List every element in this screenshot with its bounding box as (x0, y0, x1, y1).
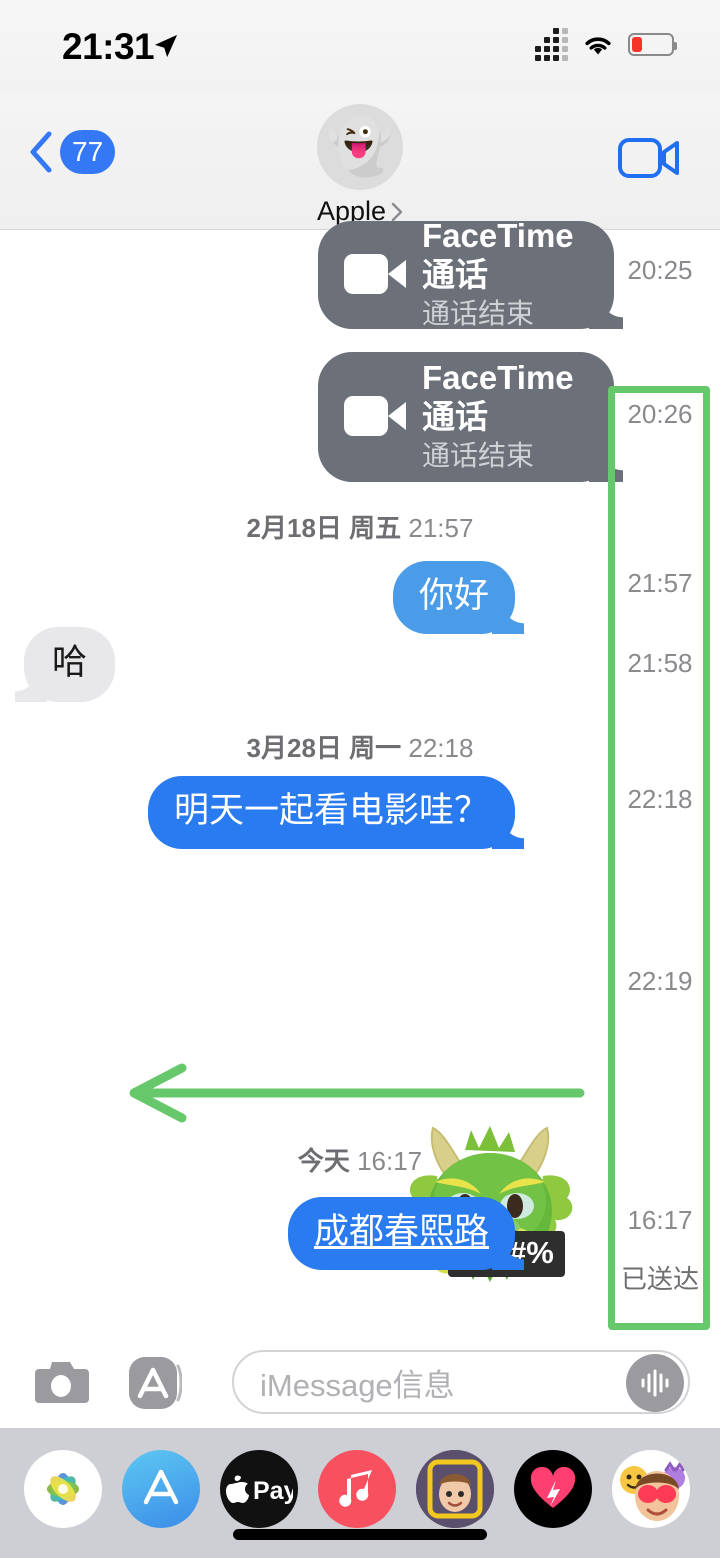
date-separator: 3月28日 周一 22:18 (0, 728, 720, 765)
facetime-subtitle: 通话结束 (422, 439, 535, 471)
date-separator: 2月18日 周五 21:57 (0, 508, 720, 545)
sent-message-bubble[interactable]: 你好 (392, 561, 525, 634)
received-message-bubble[interactable]: 哈 (14, 627, 116, 702)
chevron-left-icon (30, 131, 52, 173)
app-store-app-icon[interactable] (122, 1450, 200, 1528)
date-separator: 今天 16:17 (0, 1141, 720, 1178)
date-separator-date: 2月18日 周五 (246, 513, 402, 543)
date-separator-time: 22:18 (408, 733, 474, 763)
sent-message-bubble[interactable]: 明天一起看电影哇？ (147, 776, 525, 849)
message-timestamp: 22:18 (627, 784, 693, 814)
message-input-bar: iMessage信息 (0, 1336, 720, 1428)
app-drawer-row: Pay (0, 1450, 720, 1528)
message-timestamp: 22:19 (627, 966, 693, 996)
facetime-title: FaceTime 通话 (422, 217, 574, 293)
message-timestamp: 21:57 (627, 568, 693, 598)
contact-header[interactable]: 👻 Apple (317, 104, 403, 227)
facetime-title: FaceTime 通话 (422, 359, 574, 435)
message-timestamp: 16:17 (627, 1205, 693, 1235)
facetime-message-bubble[interactable]: FaceTime 通话 通话结束 (318, 352, 623, 482)
facetime-video-button[interactable] (618, 136, 680, 180)
photos-app-icon[interactable] (24, 1450, 102, 1528)
memoji-app-icon[interactable] (612, 1450, 690, 1528)
sent-message-bubble[interactable]: 成都春熙路 (287, 1197, 525, 1270)
date-separator-time: 21:57 (408, 513, 474, 543)
audio-waveform-icon[interactable] (626, 1354, 684, 1412)
cellular-signal-icon (535, 28, 568, 61)
camera-icon[interactable] (33, 1358, 89, 1406)
status-bar: 21:31 (0, 0, 720, 92)
status-bar-clock: 21:31 (62, 26, 155, 67)
date-separator-date: 3月28日 周一 (246, 733, 402, 763)
date-separator-time: 16:17 (357, 1146, 423, 1176)
facetime-subtitle: 通话结束 (422, 297, 535, 329)
avatar: 👻 (317, 104, 403, 190)
back-button[interactable]: 77 (28, 130, 116, 174)
battery-low-icon (628, 33, 677, 56)
imessage-conversation-screen: 21:31 77 👻 Apple FaceTime 通话 通话结束 20:25 … (0, 0, 720, 1558)
message-text: 哈 (52, 643, 88, 682)
home-indicator (233, 1529, 487, 1540)
svg-text:Pay: Pay (253, 1477, 293, 1505)
message-text: 你好 (418, 576, 489, 615)
memoji-stickers-app-icon[interactable] (416, 1450, 494, 1528)
video-camera-icon (344, 396, 406, 436)
message-input-placeholder: iMessage信息 (260, 1367, 455, 1403)
delivery-status: 已送达 (620, 1264, 699, 1294)
unread-count-badge: 77 (60, 130, 116, 174)
message-timestamp: 20:26 (627, 399, 693, 429)
apple-music-app-icon[interactable] (318, 1450, 396, 1528)
chevron-right-icon (391, 202, 403, 221)
message-input-field[interactable]: iMessage信息 (232, 1350, 690, 1414)
navigation-bar: 77 👻 Apple (0, 92, 720, 230)
location-arrow-icon (154, 34, 178, 58)
message-timestamp: 21:58 (627, 648, 693, 678)
status-bar-indicators (535, 28, 677, 61)
location-link-text[interactable]: 成都春熙路 (314, 1212, 489, 1251)
facetime-message-bubble[interactable]: FaceTime 通话 通话结束 (318, 217, 623, 329)
apple-pay-app-icon[interactable]: Pay (220, 1450, 298, 1528)
message-text: 明天一起看电影哇？ (173, 791, 489, 830)
digital-touch-app-icon[interactable] (514, 1450, 592, 1528)
video-camera-icon (344, 254, 406, 294)
app-store-icon[interactable] (128, 1356, 182, 1410)
wifi-icon (585, 36, 611, 54)
date-separator-date: 今天 (297, 1146, 350, 1176)
message-thread[interactable]: FaceTime 通话 通话结束 20:25 FaceTime 通话 通话结束 … (0, 217, 720, 1336)
message-timestamp: 20:25 (627, 255, 693, 285)
imessage-app-drawer[interactable]: Pay (0, 1428, 720, 1558)
